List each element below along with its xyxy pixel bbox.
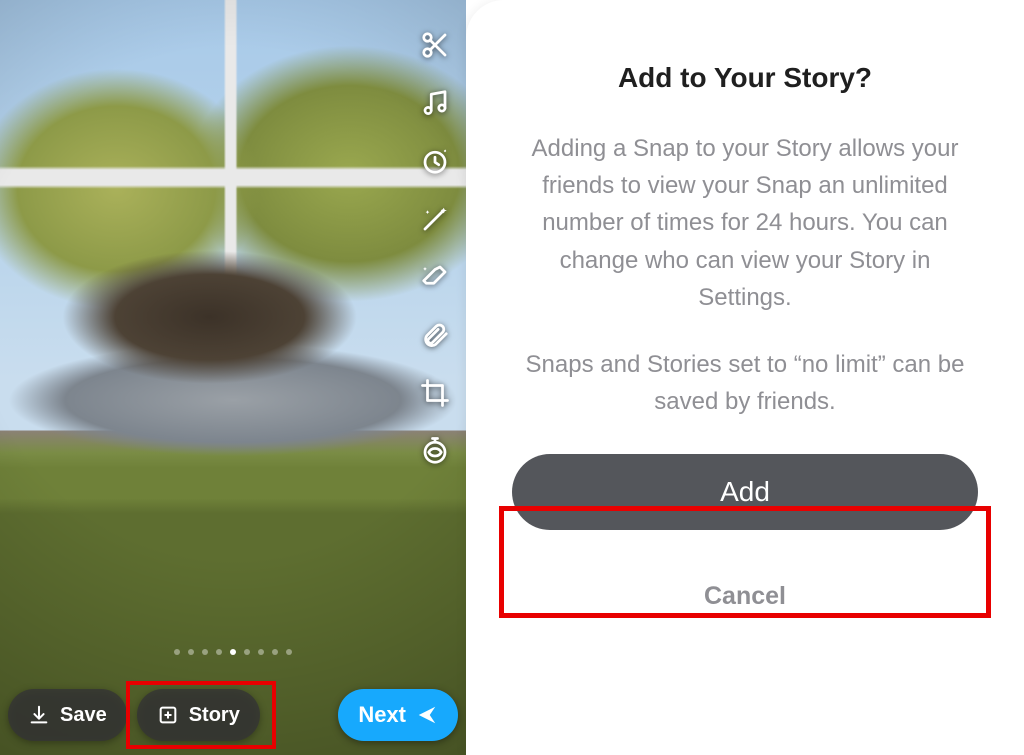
dialog-body: Adding a Snap to your Story allows your …	[510, 130, 980, 420]
download-icon	[28, 704, 50, 726]
dialog-paragraph-1: Adding a Snap to your Story allows your …	[510, 130, 980, 316]
dialog-paragraph-2: Snaps and Stories set to “no limit” can …	[510, 346, 980, 420]
add-label: Add	[720, 476, 770, 508]
save-label: Save	[60, 704, 107, 727]
cancel-label: Cancel	[704, 582, 786, 610]
music-icon[interactable]	[418, 86, 452, 120]
cancel-button[interactable]: Cancel	[504, 582, 986, 611]
add-to-story-dialog: Add to Your Story? Adding a Snap to your…	[466, 0, 1024, 755]
send-arrow-icon	[416, 704, 438, 726]
scissors-icon[interactable]	[418, 28, 452, 62]
story-button[interactable]: Story	[137, 689, 260, 741]
page-dots	[174, 649, 292, 655]
magic-wand-icon[interactable]	[418, 202, 452, 236]
next-label: Next	[358, 702, 406, 728]
add-button[interactable]: Add	[512, 454, 978, 530]
paperclip-icon[interactable]	[418, 318, 452, 352]
crop-icon[interactable]	[418, 376, 452, 410]
snap-editor-panel: Save Story Next	[0, 0, 466, 755]
bottom-action-bar: Save Story Next	[0, 689, 466, 741]
story-label: Story	[189, 704, 240, 727]
story-add-icon	[157, 704, 179, 726]
timer-loop-icon[interactable]	[418, 434, 452, 468]
snap-photo	[0, 0, 466, 755]
edit-tool-rail	[418, 28, 452, 468]
next-button[interactable]: Next	[338, 689, 458, 741]
save-button[interactable]: Save	[8, 689, 127, 741]
dialog-title: Add to Your Story?	[504, 62, 986, 94]
timer-lens-icon[interactable]	[418, 144, 452, 178]
eraser-sparkle-icon[interactable]	[418, 260, 452, 294]
